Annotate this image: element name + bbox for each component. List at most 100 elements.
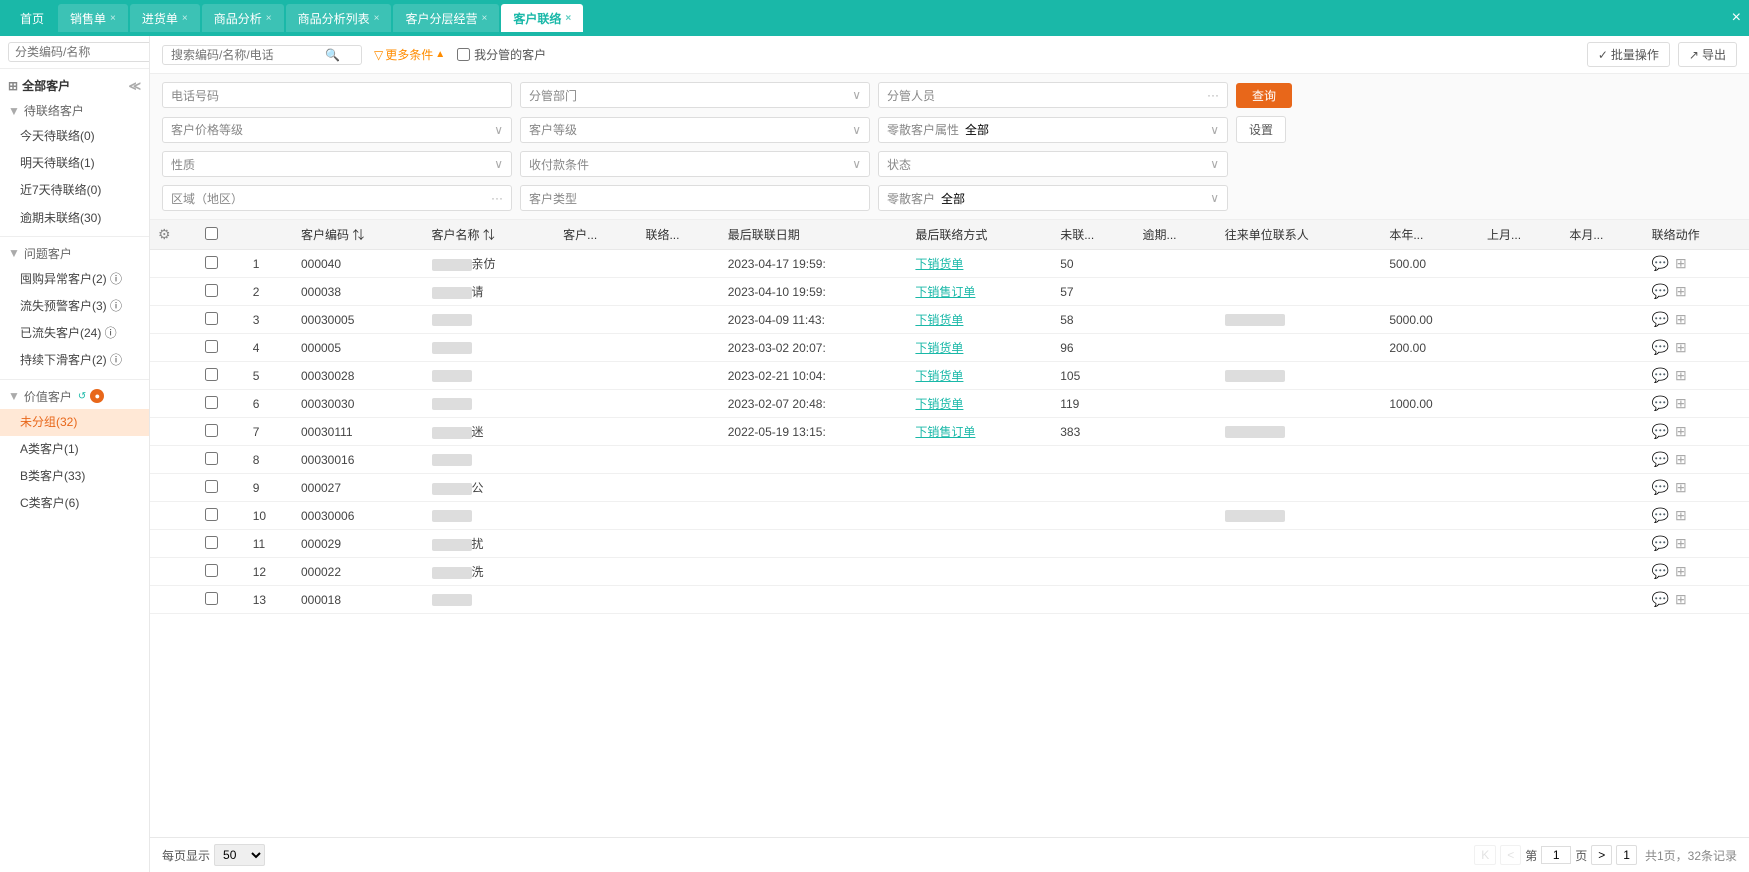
customer-level-field[interactable]: 客户等级 ∨	[520, 117, 870, 143]
grid-action-icon[interactable]: ⊞	[1675, 591, 1687, 608]
sidebar-section-pending[interactable]: ▼ 待联络客户	[0, 98, 149, 123]
scatter-customer-field[interactable]: 零散客户 全部 ∨	[878, 185, 1228, 211]
next-page-button[interactable]: >	[1591, 845, 1612, 865]
region-field[interactable]: 区域（地区） ···	[162, 185, 512, 211]
settings-col-header[interactable]: ⚙	[150, 220, 197, 250]
grid-action-icon[interactable]: ⊞	[1675, 423, 1687, 440]
grid-action-icon[interactable]: ⊞	[1675, 255, 1687, 272]
sidebar-item-lost[interactable]: 已流失客户(24) ⓘ	[0, 320, 149, 347]
grid-action-icon[interactable]: ⊞	[1675, 507, 1687, 524]
message-icon[interactable]: 💬	[1652, 367, 1669, 384]
message-icon[interactable]: 💬	[1652, 507, 1669, 524]
close-icon[interactable]: ×	[182, 13, 188, 24]
sidebar-all-customers[interactable]: ⊞ 全部客户 ≪	[0, 69, 149, 98]
message-icon[interactable]: 💬	[1652, 255, 1669, 272]
filter-search-input[interactable]	[171, 48, 321, 62]
close-icon[interactable]: ×	[481, 13, 487, 24]
close-icon[interactable]: ×	[266, 13, 272, 24]
row-select-checkbox[interactable]	[205, 284, 218, 297]
row-select-checkbox[interactable]	[205, 256, 218, 269]
scatter-attr-field[interactable]: 零散客户属性 全部 ∨	[878, 117, 1228, 143]
sidebar-item-7days[interactable]: 近7天待联络(0)	[0, 177, 149, 204]
chevron-down-icon[interactable]: ∨	[852, 88, 861, 102]
my-customers-checkbox[interactable]: 我分管的客户	[457, 46, 546, 63]
refresh-icon[interactable]: ↺	[78, 391, 86, 402]
prev-page-button[interactable]: <	[1500, 845, 1521, 865]
nav-tab-sales[interactable]: 销售单 ×	[58, 4, 128, 32]
grid-action-icon[interactable]: ⊞	[1675, 451, 1687, 468]
sidebar-item-abnormal[interactable]: 囤购异常客户(2) ⓘ	[0, 266, 149, 293]
grid-action-icon[interactable]: ⊞	[1675, 283, 1687, 300]
message-icon[interactable]: 💬	[1652, 423, 1669, 440]
row-checkbox[interactable]	[197, 250, 245, 278]
message-icon[interactable]: 💬	[1652, 311, 1669, 328]
grid-action-icon[interactable]: ⊞	[1675, 563, 1687, 580]
close-icon[interactable]: ×	[565, 13, 571, 24]
chevron-down-icon[interactable]: ∨	[852, 157, 861, 171]
grid-action-icon[interactable]: ⊞	[1675, 367, 1687, 384]
row-checkbox[interactable]	[197, 390, 245, 418]
manager-field[interactable]: 分管人员 ···	[878, 82, 1228, 108]
close-icon[interactable]: ×	[110, 13, 116, 24]
contact-method-link[interactable]: 下销售订单	[915, 425, 975, 439]
message-icon[interactable]: 💬	[1652, 395, 1669, 412]
sidebar-section-problem[interactable]: ▼ 问题客户	[0, 241, 149, 266]
more-icon[interactable]: ···	[491, 191, 503, 205]
row-checkbox[interactable]	[197, 418, 245, 446]
row-checkbox[interactable]	[197, 474, 245, 502]
sidebar-item-c-class[interactable]: C类客户(6)	[0, 490, 149, 517]
sidebar-item-a-class[interactable]: A类客户(1)	[0, 436, 149, 463]
batch-ops-button[interactable]: ✓ 批量操作	[1587, 42, 1670, 67]
grid-action-icon[interactable]: ⊞	[1675, 535, 1687, 552]
sidebar-section-value[interactable]: ▼ 价值客户 ↺ ●	[0, 384, 149, 409]
row-select-checkbox[interactable]	[205, 340, 218, 353]
row-checkbox[interactable]	[197, 362, 245, 390]
row-select-checkbox[interactable]	[205, 480, 218, 493]
row-checkbox[interactable]	[197, 530, 245, 558]
message-icon[interactable]: 💬	[1652, 563, 1669, 580]
row-last-contact-method[interactable]: 下销售订单	[907, 418, 1052, 446]
grid-action-icon[interactable]: ⊞	[1675, 339, 1687, 356]
query-button[interactable]: 查询	[1236, 83, 1292, 108]
page-number-input[interactable]	[1541, 846, 1571, 864]
grid-action-icon[interactable]: ⊞	[1675, 395, 1687, 412]
my-customers-check[interactable]	[457, 48, 470, 61]
sidebar-item-today[interactable]: 今天待联络(0)	[0, 123, 149, 150]
price-level-field[interactable]: 客户价格等级 ∨	[162, 117, 512, 143]
nav-tab-customer-tier[interactable]: 客户分层经营 ×	[393, 4, 499, 32]
row-select-checkbox[interactable]	[205, 592, 218, 605]
chevron-down-icon[interactable]: ∨	[852, 123, 861, 137]
chevron-down-icon[interactable]: ∨	[1210, 123, 1219, 137]
grid-action-icon[interactable]: ⊞	[1675, 479, 1687, 496]
row-checkbox[interactable]	[197, 502, 245, 530]
checkbox-col-header[interactable]	[197, 220, 245, 250]
contact-method-link[interactable]: 下销货单	[915, 313, 963, 327]
row-checkbox[interactable]	[197, 558, 245, 586]
contact-method-link[interactable]: 下销货单	[915, 257, 963, 271]
message-icon[interactable]: 💬	[1652, 591, 1669, 608]
message-icon[interactable]: 💬	[1652, 479, 1669, 496]
status-field[interactable]: 状态 ∨	[878, 151, 1228, 177]
message-icon[interactable]: 💬	[1652, 451, 1669, 468]
close-all-button[interactable]: ×	[1732, 9, 1741, 27]
row-select-checkbox[interactable]	[205, 536, 218, 549]
nav-tab-analysis[interactable]: 商品分析 ×	[202, 4, 284, 32]
more-icon[interactable]: ···	[1207, 88, 1219, 102]
export-button[interactable]: ↗ 导出	[1678, 42, 1737, 67]
reset-button[interactable]: 设置	[1236, 116, 1286, 143]
row-select-checkbox[interactable]	[205, 424, 218, 437]
row-checkbox[interactable]	[197, 446, 245, 474]
row-last-contact-method[interactable]: 下销货单	[907, 334, 1052, 362]
sidebar-item-b-class[interactable]: B类客户(33)	[0, 463, 149, 490]
nav-tab-home[interactable]: 首页	[8, 4, 56, 32]
message-icon[interactable]: 💬	[1652, 283, 1669, 300]
nav-tab-purchase[interactable]: 进货单 ×	[130, 4, 200, 32]
contact-method-link[interactable]: 下销货单	[915, 341, 963, 355]
dept-field[interactable]: 分管部门 ∨	[520, 82, 870, 108]
row-select-checkbox[interactable]	[205, 508, 218, 521]
nav-tab-analysis-list[interactable]: 商品分析列表 ×	[286, 4, 392, 32]
row-checkbox[interactable]	[197, 586, 245, 614]
sidebar-item-overdue[interactable]: 逾期未联络(30)	[0, 205, 149, 232]
row-last-contact-method[interactable]: 下销货单	[907, 390, 1052, 418]
row-checkbox[interactable]	[197, 306, 245, 334]
